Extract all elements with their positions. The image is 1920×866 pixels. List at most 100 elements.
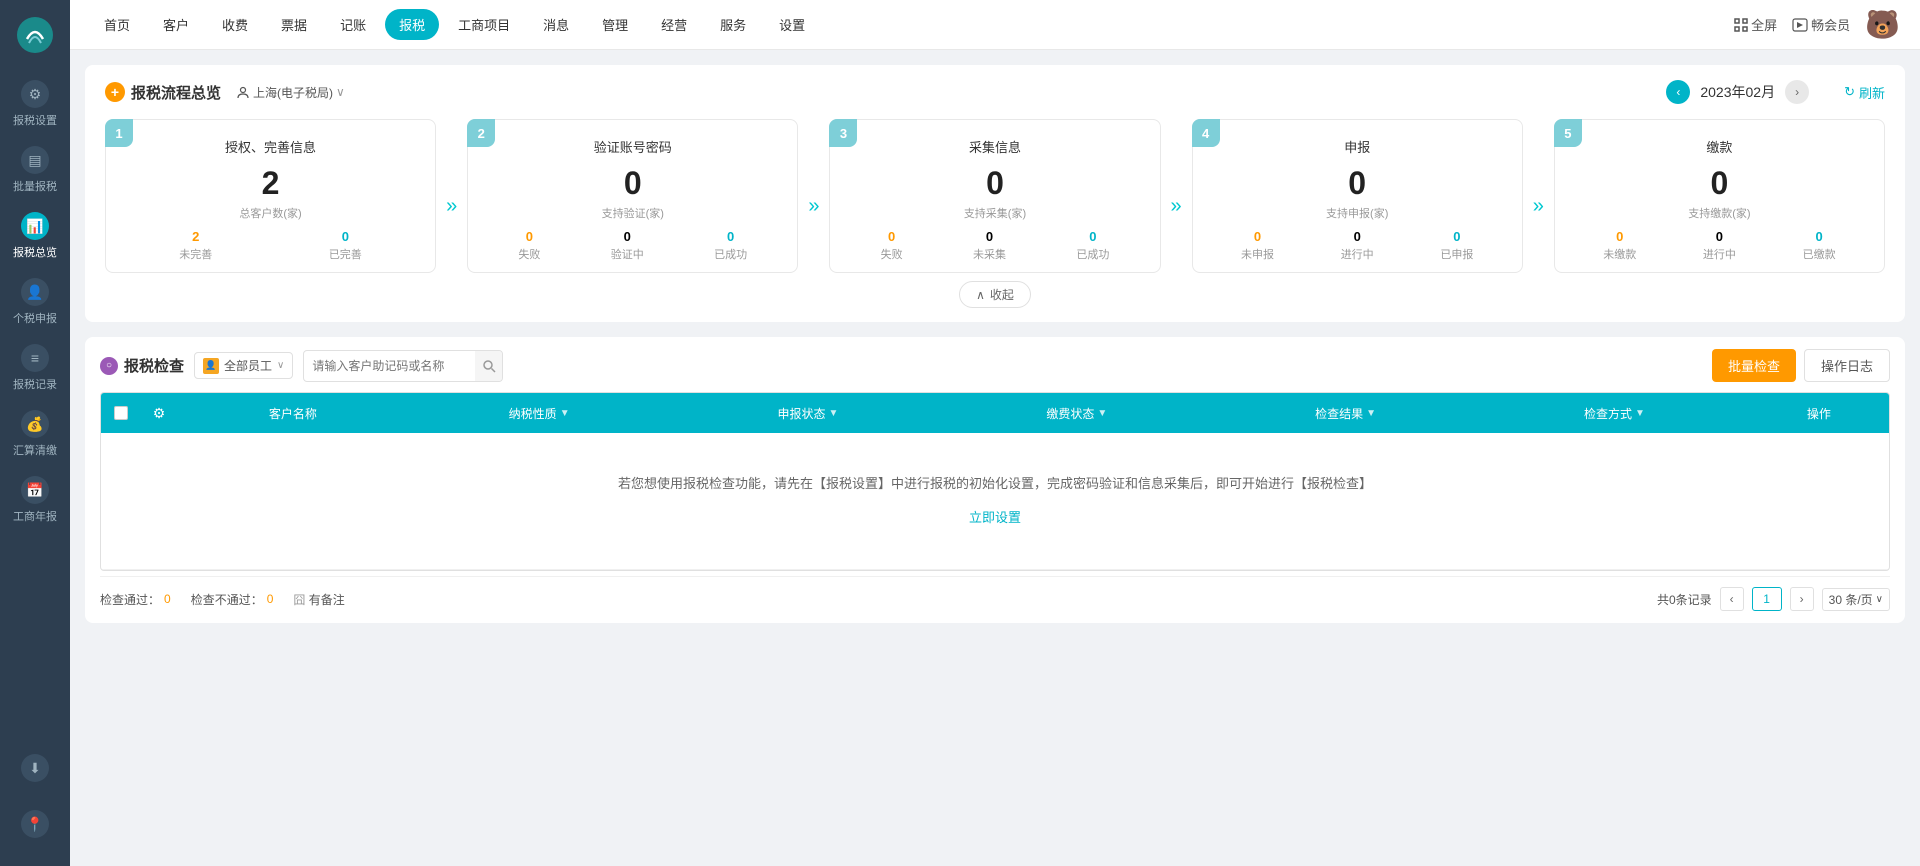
search-icon [482, 359, 496, 373]
sidebar-item-label: 报税总览 [13, 244, 57, 260]
check-header: ○ 报税检查 👤 全部员工 ∨ [100, 349, 1890, 382]
vip-button[interactable]: 畅会员 [1792, 15, 1850, 34]
app-logo [10, 10, 60, 60]
step-3-stat-2: 0 已成功 [1076, 229, 1109, 262]
step-2-stat-0-val: 0 [518, 229, 540, 244]
refresh-label: 刷新 [1859, 83, 1885, 102]
filter-icon-1: ▼ [560, 408, 570, 419]
check-title-icon: ○ [100, 357, 118, 375]
nav-services[interactable]: 服务 [706, 9, 760, 40]
employee-select[interactable]: 👤 全部员工 ∨ [194, 352, 293, 379]
per-page-select[interactable]: 30 条/页 ∨ [1822, 588, 1890, 611]
nav-fees[interactable]: 收费 [208, 9, 262, 40]
per-page-chevron: ∨ [1876, 594, 1883, 605]
step-arrow-3: » [1171, 119, 1182, 273]
step-arrow-4: » [1533, 119, 1544, 273]
sidebar-item-tax-settings[interactable]: ⚙ 报税设置 [0, 70, 70, 136]
sidebar-item-batch-tax[interactable]: ▤ 批量报税 [0, 136, 70, 202]
overview-title-text: 报税流程总览 [131, 82, 221, 103]
step-4-count: 0 [1208, 164, 1507, 202]
location-tag[interactable]: 上海(电子税局) ∨ [236, 84, 345, 101]
col-tax-type-filter[interactable]: 纳税性质 ▼ [413, 405, 666, 422]
fullscreen-button[interactable]: 全屏 [1734, 15, 1777, 34]
personal-tax-icon: 👤 [21, 278, 49, 306]
nav-operations[interactable]: 经营 [647, 9, 701, 40]
search-button[interactable] [475, 351, 502, 381]
nav-settings[interactable]: 设置 [765, 9, 819, 40]
step-4-stat-0-val: 0 [1241, 229, 1274, 244]
step-1-subtitle: 总客户数(家) [121, 205, 420, 221]
operation-log-button[interactable]: 操作日志 [1804, 349, 1890, 382]
prev-page-button[interactable]: ‹ [1720, 587, 1744, 611]
gear-button[interactable]: ⚙ [149, 403, 169, 423]
refresh-button[interactable]: ↻ 刷新 [1844, 83, 1885, 102]
step-4-title: 申报 [1208, 132, 1507, 156]
check-col-result: 检查结果 ▼ [1211, 393, 1480, 433]
step-4-stats: 0 未申报 0 进行中 0 已申报 [1208, 229, 1507, 262]
step-2-stat-1-val: 0 [611, 229, 644, 244]
batch-check-button[interactable]: 批量检查 [1712, 349, 1796, 382]
employee-label: 全部员工 [224, 357, 272, 374]
plus-icon: + [105, 82, 125, 102]
nav-tax[interactable]: 报税 [385, 9, 439, 40]
step-4-num: 4 [1192, 119, 1220, 147]
sidebar-item-settlement[interactable]: 💰 汇算清缴 [0, 400, 70, 466]
setup-link[interactable]: 立即设置 [969, 510, 1021, 525]
overview-title: + 报税流程总览 [105, 82, 221, 103]
step-2-count: 0 [483, 164, 782, 202]
sidebar-item-tax-overview[interactable]: 📊 报税总览 [0, 202, 70, 268]
nav-accounting[interactable]: 记账 [326, 9, 380, 40]
date-prev-btn[interactable]: ‹ [1666, 80, 1690, 104]
note-text: 有备注 [309, 593, 345, 607]
step-1-stat-0: 2 未完善 [179, 229, 212, 262]
location-chevron: ∨ [336, 85, 345, 99]
fail-value[interactable]: 0 [267, 592, 274, 606]
date-next-btn[interactable]: › [1785, 80, 1809, 104]
col-method-filter[interactable]: 检查方式 ▼ [1488, 405, 1741, 422]
search-box [303, 350, 503, 382]
download-icon: ⬇ [21, 754, 49, 782]
nav-messages[interactable]: 消息 [529, 9, 583, 40]
sidebar-item-annual-report[interactable]: 📅 工商年报 [0, 466, 70, 532]
sidebar-item-tax-records[interactable]: ≡ 报税记录 [0, 334, 70, 400]
fail-stat: 检查不通过： 0 [191, 591, 274, 608]
select-all-checkbox[interactable] [114, 406, 128, 420]
person-icon [236, 85, 250, 99]
collapse-row: ∧ 收起 [105, 273, 1885, 312]
step-2-card: 2 验证账号密码 0 支持验证(家) 0 失败 0 验证中 [467, 119, 798, 273]
check-col-name: 客户名称 [181, 393, 405, 433]
nav-management[interactable]: 管理 [588, 9, 642, 40]
step-4-stat-2-lbl: 已申报 [1440, 246, 1473, 262]
step-4-card: 4 申报 0 支持申报(家) 0 未申报 0 进行中 [1192, 119, 1523, 273]
check-col-pay-status: 缴费状态 ▼ [942, 393, 1211, 433]
sidebar-item-personal-tax[interactable]: 👤 个税申报 [0, 268, 70, 334]
col-result-filter[interactable]: 检查结果 ▼ [1219, 405, 1472, 422]
empty-row: 若您想使用报税检查功能，请先在【报税设置】中进行报税的初始化设置，完成密码验证和… [101, 433, 1889, 570]
collapse-button[interactable]: ∧ 收起 [959, 281, 1031, 308]
sidebar-item-location[interactable]: 📍 [0, 800, 70, 846]
check-select-all-header [101, 393, 141, 433]
pass-value[interactable]: 0 [164, 592, 171, 606]
step-1-stat-1-val: 0 [329, 229, 362, 244]
filter-icon-3: ▼ [1097, 408, 1107, 419]
nav-invoices[interactable]: 票据 [267, 9, 321, 40]
nav-clients[interactable]: 客户 [149, 9, 203, 40]
check-footer: 检查通过： 0 检查不通过： 0 囧 有备注 共0条记录 ‹ 1 › [100, 576, 1890, 611]
empty-message: 若您想使用报税检查功能，请先在【报税设置】中进行报税的初始化设置，完成密码验证和… [109, 441, 1881, 561]
nav-home[interactable]: 首页 [90, 9, 144, 40]
next-page-button[interactable]: › [1790, 587, 1814, 611]
step-1-stat-0-val: 2 [179, 229, 212, 244]
batch-tax-icon: ▤ [21, 146, 49, 174]
sidebar-item-download[interactable]: ⬇ [0, 744, 70, 790]
step-5-stat-2-val: 0 [1803, 229, 1836, 244]
overview-header: + 报税流程总览 上海(电子税局) ∨ ‹ 2023年02月 › [105, 80, 1885, 104]
select-all-checkbox-wrap [109, 406, 133, 420]
col-declare-filter[interactable]: 申报状态 ▼ [682, 405, 935, 422]
search-input[interactable] [304, 354, 475, 378]
nav-business[interactable]: 工商项目 [444, 9, 524, 40]
step-5-stat-0: 0 未缴款 [1603, 229, 1636, 262]
col-pay-filter[interactable]: 缴费状态 ▼ [950, 405, 1203, 422]
tax-records-icon: ≡ [21, 344, 49, 372]
step-3-stat-2-val: 0 [1076, 229, 1109, 244]
col-name-label: 客户名称 [269, 405, 317, 422]
